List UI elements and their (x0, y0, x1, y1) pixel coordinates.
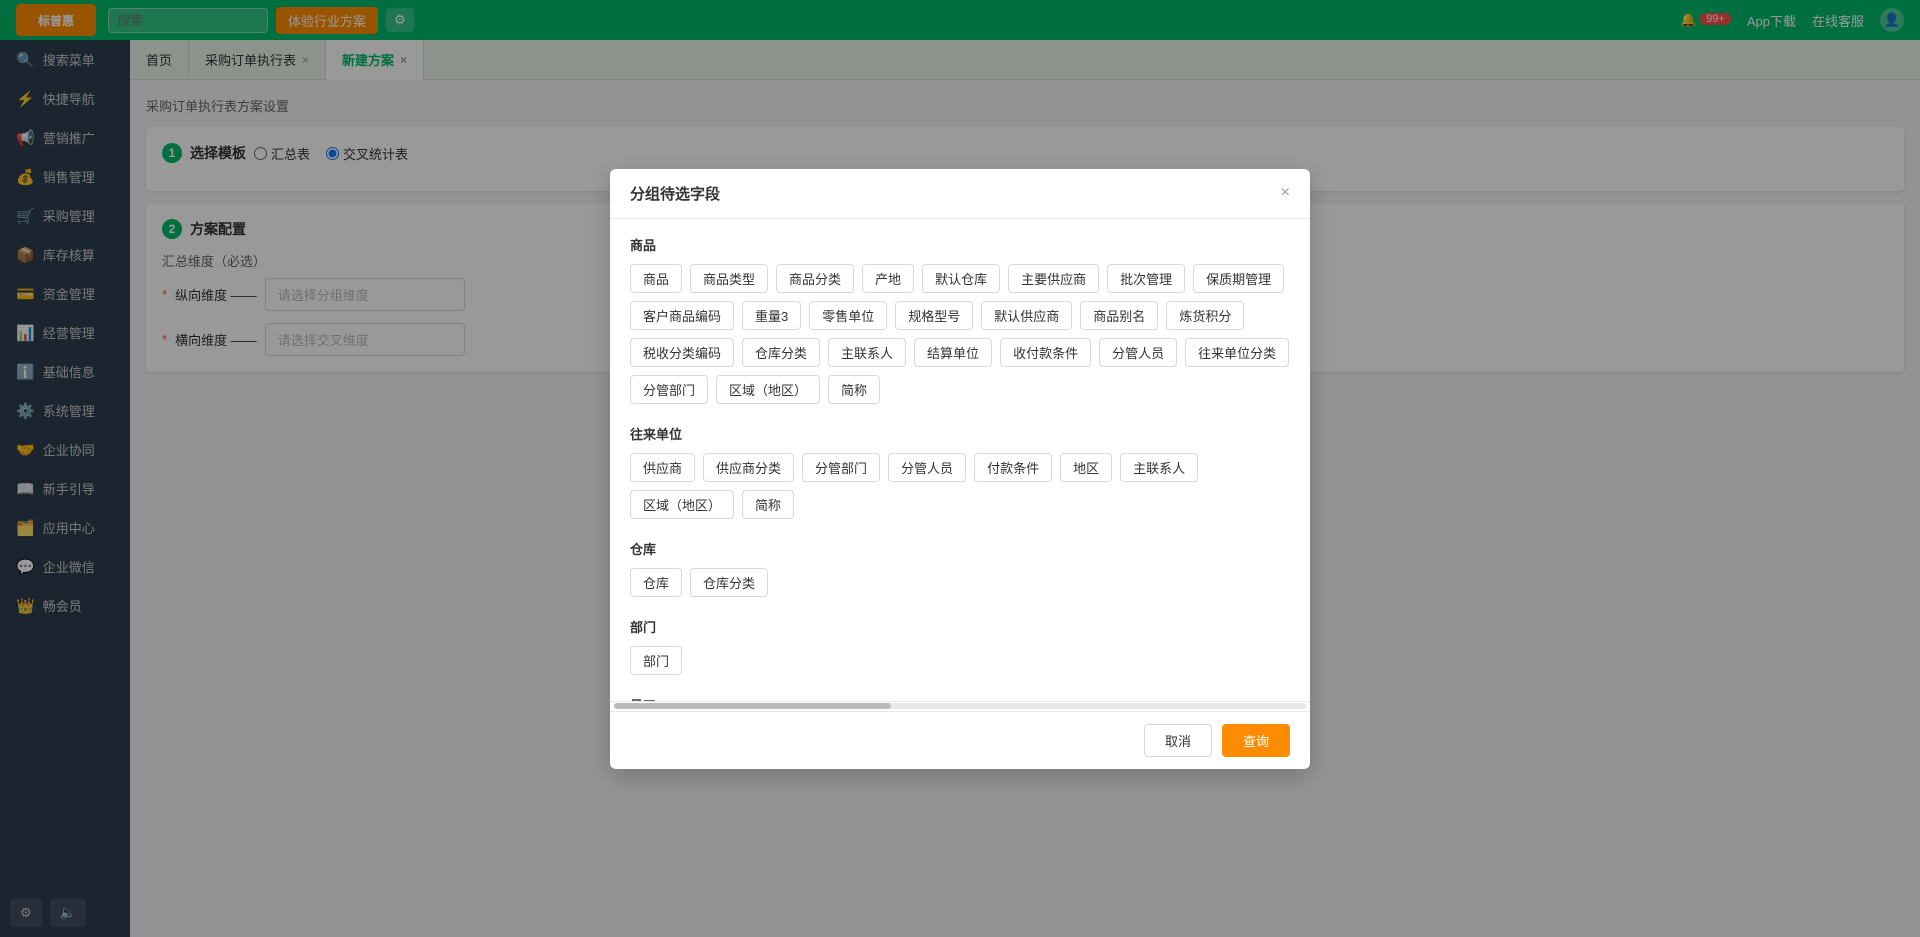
field-tag-0-7[interactable]: 保质期管理 (1193, 264, 1284, 293)
field-group-title-2: 仓库 (630, 539, 1290, 558)
field-group-2: 仓库仓库仓库分类 (630, 539, 1290, 597)
field-tag-0-13[interactable]: 商品别名 (1080, 301, 1158, 330)
dialog-header: 分组待选字段 × (610, 169, 1310, 219)
field-tag-0-14[interactable]: 炼货积分 (1166, 301, 1244, 330)
field-group-title-0: 商品 (630, 235, 1290, 254)
field-group-0: 商品商品商品类型商品分类产地默认仓库主要供应商批次管理保质期管理客户商品编码重量… (630, 235, 1290, 404)
field-group-title-3: 部门 (630, 617, 1290, 636)
field-group-4: 员工业务员 (630, 695, 1290, 702)
field-tag-0-18[interactable]: 结算单位 (914, 338, 992, 367)
field-tag-0-2[interactable]: 商品分类 (776, 264, 854, 293)
field-tag-0-3[interactable]: 产地 (862, 264, 914, 293)
field-tag-2-1[interactable]: 仓库分类 (690, 568, 768, 597)
field-tags-1: 供应商供应商分类分管部门分管人员付款条件地区主联系人区域（地区） 简称 (630, 453, 1290, 519)
field-tag-0-21[interactable]: 往来单位分类 (1185, 338, 1289, 367)
field-tags-3: 部门 (630, 646, 1290, 675)
dialog-close-btn[interactable]: × (1281, 184, 1290, 202)
field-tag-0-22[interactable]: 分管部门 (630, 375, 708, 404)
field-tag-1-6[interactable]: 主联系人 (1120, 453, 1198, 482)
field-tag-0-11[interactable]: 规格型号 (895, 301, 973, 330)
dialog-title: 分组待选字段 (630, 183, 720, 204)
field-tag-0-15[interactable]: 税收分类编码 (630, 338, 734, 367)
field-tag-1-4[interactable]: 付款条件 (974, 453, 1052, 482)
field-tag-2-0[interactable]: 仓库 (630, 568, 682, 597)
field-tag-0-16[interactable]: 仓库分类 (742, 338, 820, 367)
field-tag-1-3[interactable]: 分管人员 (888, 453, 966, 482)
dialog-body[interactable]: 商品商品商品类型商品分类产地默认仓库主要供应商批次管理保质期管理客户商品编码重量… (610, 219, 1310, 702)
cancel-button[interactable]: 取消 (1144, 724, 1212, 757)
field-tag-3-0[interactable]: 部门 (630, 646, 682, 675)
field-tag-0-1[interactable]: 商品类型 (690, 264, 768, 293)
field-tag-0-10[interactable]: 零售单位 (809, 301, 887, 330)
field-tag-1-7[interactable]: 区域（地区） (630, 490, 734, 519)
dialog-footer: 取消 查询 (610, 711, 1310, 769)
field-tag-0-5[interactable]: 主要供应商 (1008, 264, 1099, 293)
field-tag-1-2[interactable]: 分管部门 (802, 453, 880, 482)
field-select-dialog: 分组待选字段 × 商品商品商品类型商品分类产地默认仓库主要供应商批次管理保质期管… (610, 169, 1310, 769)
field-tag-1-1[interactable]: 供应商分类 (703, 453, 794, 482)
field-tags-0: 商品商品类型商品分类产地默认仓库主要供应商批次管理保质期管理客户商品编码重量3 零… (630, 264, 1290, 404)
field-tag-0-4[interactable]: 默认仓库 (922, 264, 1000, 293)
dialog-overlay: 分组待选字段 × 商品商品商品类型商品分类产地默认仓库主要供应商批次管理保质期管… (0, 0, 1920, 937)
field-tag-0-20[interactable]: 分管人员 (1099, 338, 1177, 367)
confirm-button[interactable]: 查询 (1222, 724, 1290, 757)
field-tag-0-6[interactable]: 批次管理 (1107, 264, 1185, 293)
field-tag-0-24[interactable]: 简称 (828, 375, 880, 404)
field-tag-0-17[interactable]: 主联系人 (828, 338, 906, 367)
dialog-hscroll (610, 701, 1310, 710)
field-group-3: 部门部门 (630, 617, 1290, 675)
field-tag-0-0[interactable]: 商品 (630, 264, 682, 293)
field-tag-0-8[interactable]: 客户商品编码 (630, 301, 734, 330)
field-group-1: 往来单位供应商供应商分类分管部门分管人员付款条件地区主联系人区域（地区） 简称 (630, 424, 1290, 519)
field-tag-1-8[interactable]: 简称 (742, 490, 794, 519)
field-tag-0-9[interactable]: 重量3 (742, 301, 801, 330)
field-group-title-4: 员工 (630, 695, 1290, 702)
field-tag-1-0[interactable]: 供应商 (630, 453, 695, 482)
field-tag-0-23[interactable]: 区域（地区） (716, 375, 820, 404)
field-tags-2: 仓库仓库分类 (630, 568, 1290, 597)
field-tag-0-19[interactable]: 收付款条件 (1000, 338, 1091, 367)
field-tag-0-12[interactable]: 默认供应商 (981, 301, 1072, 330)
field-group-title-1: 往来单位 (630, 424, 1290, 443)
field-tag-1-5[interactable]: 地区 (1060, 453, 1112, 482)
